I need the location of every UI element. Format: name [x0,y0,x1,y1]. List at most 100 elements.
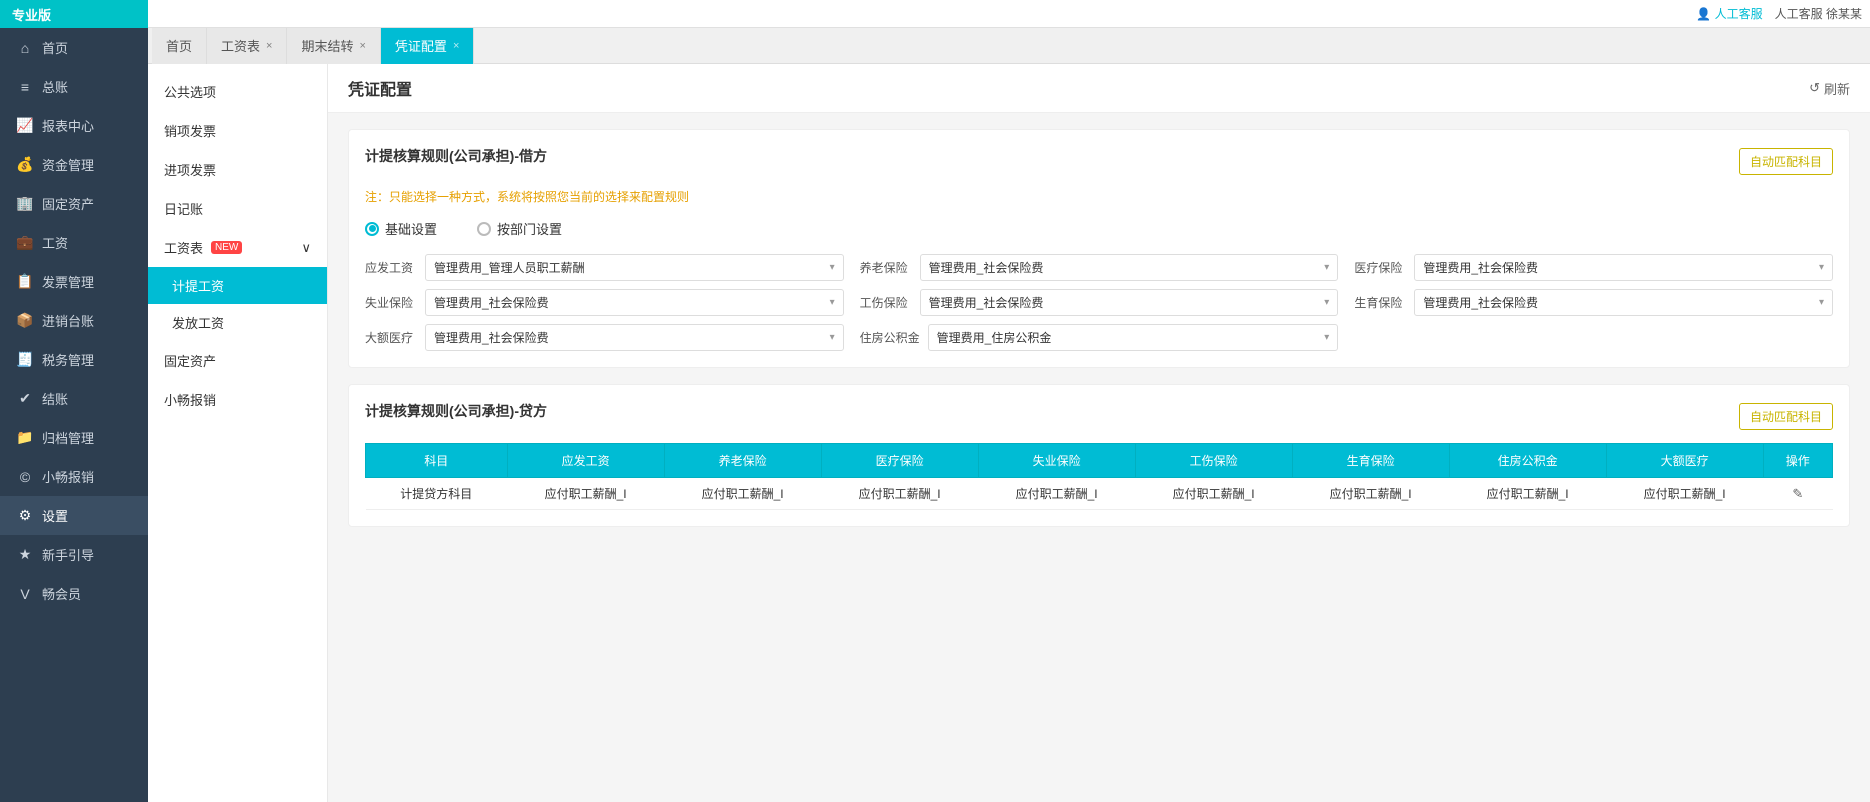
left-nav: 公共选项 销项发票 进项发票 日记账 工资表 NEW ∨ 计提工资 发放工资 固… [148,64,328,802]
topbar-right: 👤 人工客服 人工客服 徐某某 [1696,5,1862,22]
sidebar-item-home[interactable]: ⌂ 首页 [0,28,148,67]
select-medical[interactable]: 管理费用_社会保险费 ▾ [1414,254,1833,281]
section-credit-title: 计提核算规则(公司承担)-贷方 [365,401,547,421]
xiaochang-icon: © [16,469,34,485]
app-logo: 专业版 [0,0,148,28]
col-unemployment: 失业保险 [978,444,1135,478]
sidebar-item-tax[interactable]: 🧾 税务管理 [0,340,148,379]
auto-match-debit-btn[interactable]: 自动匹配科目 [1739,148,1833,175]
nav-sales-invoice[interactable]: 销项发票 [148,111,327,150]
col-pension: 养老保险 [664,444,821,478]
chevron-icon: ▾ [830,262,835,273]
select-housing-fund[interactable]: 管理费用_住房公积金 ▾ [928,324,1339,351]
inventory-icon: 📦 [16,312,34,329]
sidebar-item-assets[interactable]: 🏢 固定资产 [0,184,148,223]
select-wage[interactable]: 管理费用_管理人员职工薪酬 ▾ [425,254,844,281]
edit-icon[interactable]: ✎ [1792,486,1803,501]
label-wage: 应发工资 [365,259,417,276]
select-wage-value: 管理费用_管理人员职工薪酬 [434,259,585,276]
refresh-label: 刷新 [1824,79,1850,98]
radio-dept-label: 按部门设置 [497,219,562,238]
cell-action[interactable]: ✎ [1763,478,1832,510]
label-maternity: 生育保险 [1354,294,1406,311]
select-injury[interactable]: 管理费用_社会保险费 ▾ [920,289,1339,316]
select-injury-value: 管理费用_社会保险费 [929,294,1044,311]
reports-icon: 📈 [16,117,34,134]
sidebar-item-xiaochang[interactable]: © 小畅报销 [0,457,148,496]
col-medical: 医疗保险 [821,444,978,478]
sidebar-item-settle[interactable]: ✔ 结账 [0,379,148,418]
form-row-pension: 养老保险 管理费用_社会保险费 ▾ [860,254,1339,281]
form-row-large-medical: 大额医疗 管理费用_社会保险费 ▾ [365,324,844,351]
sidebar-item-inventory[interactable]: 📦 进销台账 [0,301,148,340]
sidebar-item-label: 新手引导 [42,545,94,564]
form-row-unemployment: 失业保险 管理费用_社会保险费 ▾ [365,289,844,316]
main-area: 👤 人工客服 人工客服 徐某某 首页 工资表 × 期末结转 × 凭证配置 × 公… [148,0,1870,802]
col-maternity: 生育保险 [1292,444,1449,478]
sidebar-item-vip[interactable]: V 畅会员 [0,574,148,613]
sidebar-item-reports[interactable]: 📈 报表中心 [0,106,148,145]
radio-basic[interactable]: 基础设置 [365,219,437,238]
form-row-injury: 工伤保险 管理费用_社会保险费 ▾ [860,289,1339,316]
sidebar-item-ledger[interactable]: ≡ 总账 [0,67,148,106]
cell-housing-val: 应付职工薪酬_I [1449,478,1606,510]
nav-purchase-invoice[interactable]: 进项发票 [148,150,327,189]
label-pension: 养老保险 [860,259,912,276]
nav-journal[interactable]: 日记账 [148,189,327,228]
nav-public-options[interactable]: 公共选项 [148,72,327,111]
select-pension[interactable]: 管理费用_社会保险费 ▾ [920,254,1339,281]
tab-period-close-btn[interactable]: × [359,40,365,52]
sidebar-item-capital[interactable]: 💰 资金管理 [0,145,148,184]
select-maternity[interactable]: 管理费用_社会保险费 ▾ [1414,289,1833,316]
nav-payroll-table[interactable]: 工资表 NEW ∨ [148,228,327,267]
sidebar-item-invoices[interactable]: 📋 发票管理 [0,262,148,301]
label-housing-fund: 住房公积金 [860,329,920,346]
section-credit-header: 计提核算规则(公司承担)-贷方 自动匹配科目 [365,401,1833,431]
section-debit-header: 计提核算规则(公司承担)-借方 自动匹配科目 [365,146,1833,176]
tab-period-close[interactable]: 期末结转 × [287,28,380,64]
col-large-medical: 大额医疗 [1606,444,1763,478]
page-title: 凭证配置 [348,76,412,100]
vip-icon: V [16,586,34,602]
nav-xiaochang-expense[interactable]: 小畅报销 [148,380,327,419]
nav-fafa-payroll[interactable]: 发放工资 [148,304,327,341]
col-subject: 科目 [366,444,508,478]
radio-basic-circle [365,222,379,236]
tab-payroll-table[interactable]: 工资表 × [207,28,287,64]
label-injury: 工伤保险 [860,294,912,311]
nav-fixed-assets[interactable]: 固定资产 [148,341,327,380]
topbar-service[interactable]: 👤 人工客服 [1696,5,1762,22]
cell-injury-val: 应付职工薪酬_I [1135,478,1292,510]
cell-large-medical-val: 应付职工薪酬_I [1606,478,1763,510]
tax-icon: 🧾 [16,351,34,368]
sidebar-item-guide[interactable]: ★ 新手引导 [0,535,148,574]
credit-table: 科目 应发工资 养老保险 医疗保险 失业保险 工伤保险 生育保险 住房公积金 大… [365,443,1833,510]
radio-dept-circle [477,222,491,236]
chevron-icon: ▾ [1819,297,1824,308]
tab-payroll-label: 工资表 [221,36,260,55]
radio-group: 基础设置 按部门设置 [365,219,1833,238]
topbar: 👤 人工客服 人工客服 徐某某 [148,0,1870,28]
label-medical: 医疗保险 [1354,259,1406,276]
payroll-icon: 💼 [16,234,34,251]
sidebar-item-archive[interactable]: 📁 归档管理 [0,418,148,457]
select-unemployment[interactable]: 管理费用_社会保险费 ▾ [425,289,844,316]
sidebar-item-label: 工资 [42,233,68,252]
auto-match-credit-btn[interactable]: 自动匹配科目 [1739,403,1833,430]
select-large-medical[interactable]: 管理费用_社会保险费 ▾ [425,324,844,351]
sidebar-item-label: 设置 [42,506,68,525]
tab-voucher-config[interactable]: 凭证配置 × [381,28,474,64]
sidebar-item-settings[interactable]: ⚙ 设置 [0,496,148,535]
tab-home[interactable]: 首页 [152,28,207,64]
tab-voucher-close[interactable]: × [453,40,459,52]
col-wage: 应发工资 [507,444,664,478]
cell-pension-val: 应付职工薪酬_I [664,478,821,510]
sidebar-item-label: 小畅报销 [42,467,94,486]
nav-jiti-payroll[interactable]: 计提工资 [148,267,327,304]
radio-dept[interactable]: 按部门设置 [477,219,562,238]
col-action: 操作 [1763,444,1832,478]
capital-icon: 💰 [16,156,34,173]
sidebar-item-payroll[interactable]: 💼 工资 [0,223,148,262]
refresh-button[interactable]: ↺ 刷新 [1809,79,1850,98]
tab-payroll-close[interactable]: × [266,40,272,52]
